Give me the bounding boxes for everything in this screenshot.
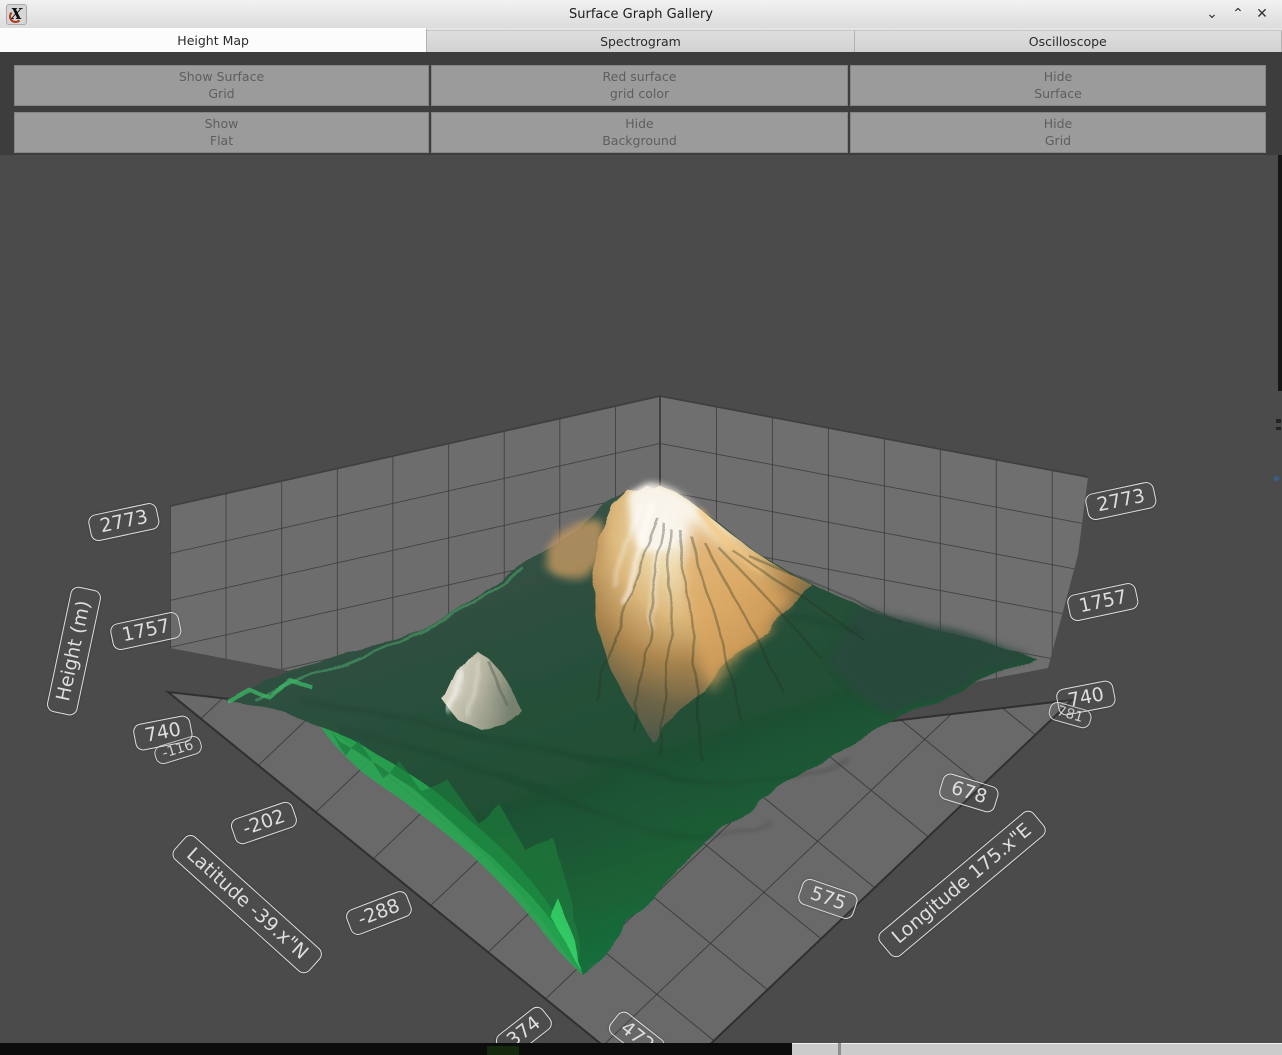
- desktop-edge-sliver: [1278, 155, 1282, 391]
- desktop-edge-mark: [1276, 427, 1281, 430]
- tab-oscilloscope[interactable]: Oscilloscope: [855, 30, 1282, 52]
- surface-plot-view[interactable]: 2773 1757 740 -116 Height (m) 2773 1757 …: [0, 155, 1282, 1043]
- tab-spectrogram[interactable]: Spectrogram: [427, 30, 854, 52]
- application-window: X Surface Graph Gallery ⌄ ⌃ ✕ Height Map…: [0, 0, 1282, 1055]
- close-icon[interactable]: ✕: [1250, 0, 1274, 28]
- app-icon: X: [6, 4, 27, 25]
- minimize-icon[interactable]: ⌄: [1200, 0, 1224, 28]
- tab-height-map[interactable]: Height Map: [0, 28, 427, 52]
- toolbar: Show Surface Grid Red surface grid color…: [0, 52, 1282, 155]
- tab-bar: Height Map Spectrogram Oscilloscope: [0, 28, 1282, 52]
- desktop-edge-mark: [1276, 419, 1281, 423]
- desktop-speck: [487, 1046, 519, 1055]
- title-bar[interactable]: X Surface Graph Gallery ⌄ ⌃ ✕: [0, 0, 1282, 29]
- desktop-window-notch: [838, 1043, 841, 1055]
- desktop-edge-dot: [1274, 476, 1279, 481]
- hide-surface-button[interactable]: Hide Surface: [850, 65, 1266, 106]
- x11-icon: [9, 10, 22, 23]
- window-title: Surface Graph Gallery: [0, 7, 1282, 22]
- desktop-window-edge: [792, 1043, 1282, 1055]
- hide-grid-button[interactable]: Hide Grid: [850, 112, 1266, 153]
- desktop-sliver: [0, 1043, 1282, 1055]
- hide-background-button[interactable]: Hide Background: [431, 112, 848, 153]
- show-surface-grid-button[interactable]: Show Surface Grid: [14, 65, 429, 106]
- surface-grid-color-button[interactable]: Red surface grid color: [431, 65, 848, 106]
- show-flat-button[interactable]: Show Flat: [14, 112, 429, 153]
- maximize-icon[interactable]: ⌃: [1226, 0, 1250, 28]
